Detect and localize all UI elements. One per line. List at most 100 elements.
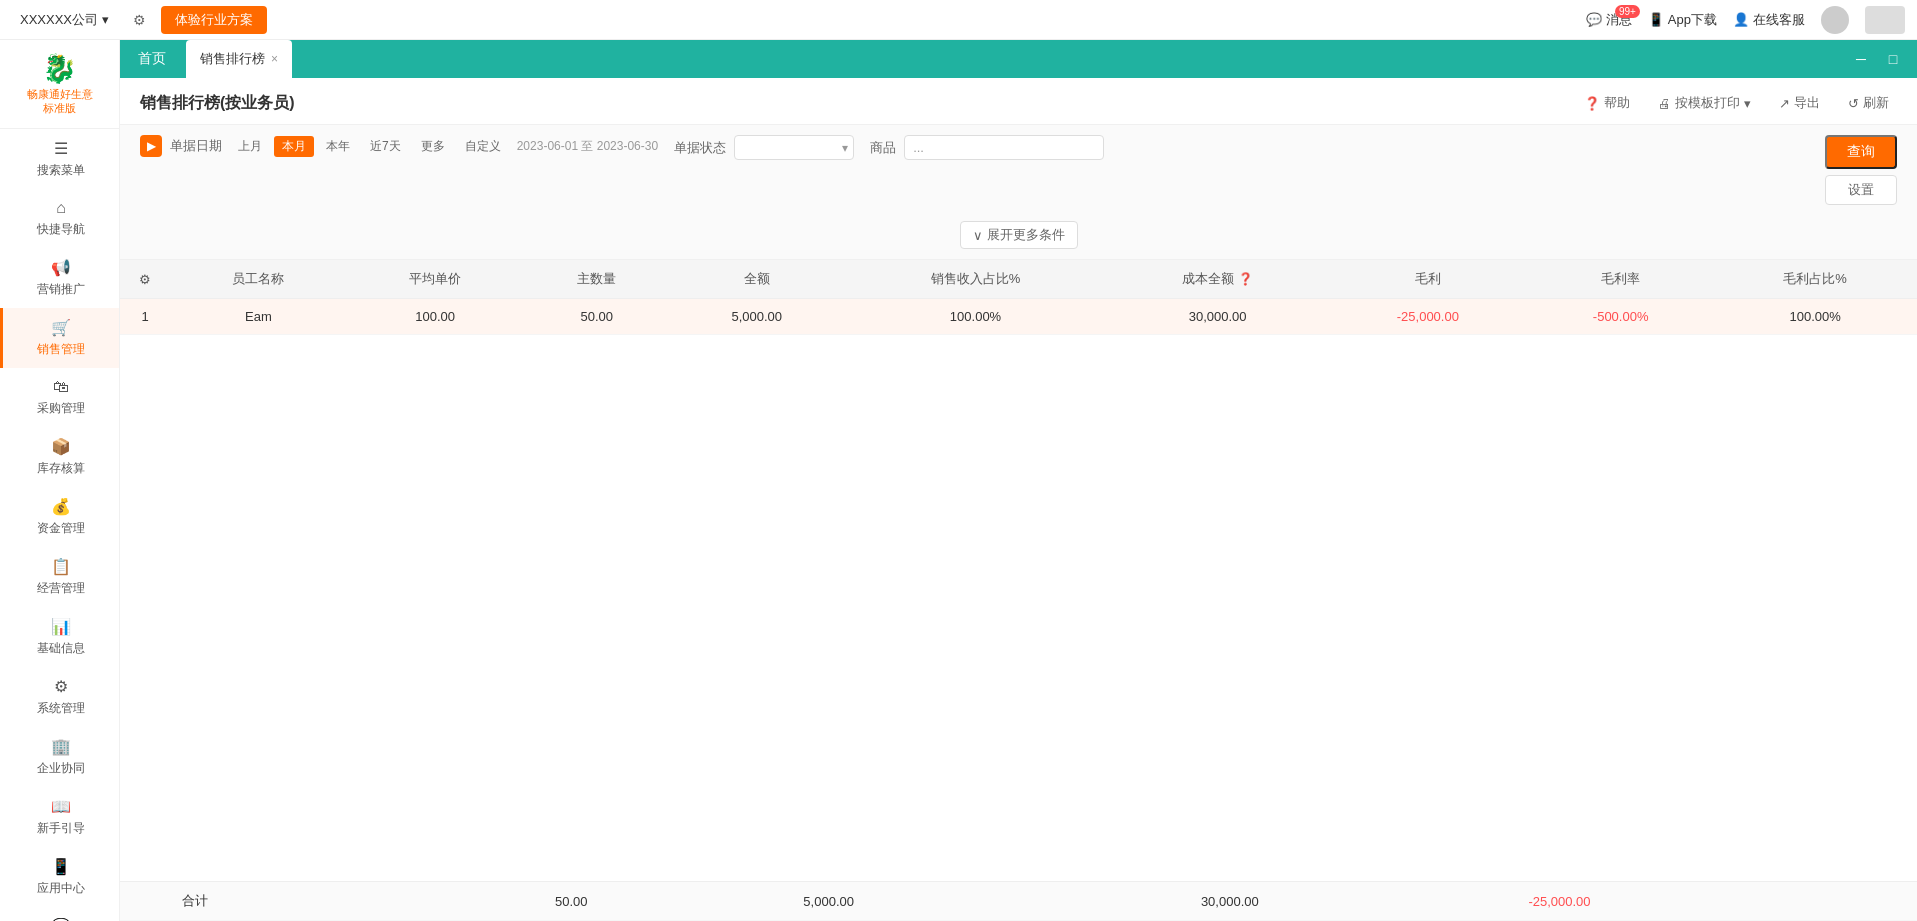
sidebar-item-purchase[interactable]: 🛍 采购管理 [0,368,119,427]
service-icon: 👤 [1733,12,1749,27]
date-tabs: 上月 本月 本年 近7天 更多 自定义 [230,136,509,157]
footer-gross-rate [1729,882,1823,921]
settings-icon[interactable]: ⚙ [125,6,153,34]
sidebar-item-label: 销售管理 [37,341,85,358]
col-gross: 毛利 [1328,260,1528,299]
minimize-icon[interactable]: ─ [1849,47,1873,71]
page-actions: ❓ 帮助 🖨 按模板打印 ▾ ↗ 导出 ↺ 刷新 [1576,90,1897,116]
sidebar-item-label: 经营管理 [37,580,85,597]
sidebar-item-label: 新手引导 [37,820,85,837]
tab-bar: 首页 销售排行榜 × ─ □ [120,40,1917,78]
sidebar-item-system[interactable]: ⚙ 系统管理 [0,667,119,727]
inventory-icon: 📦 [51,437,71,456]
finance-icon: 💰 [51,497,71,516]
appstore-icon: 📱 [51,857,71,876]
date-tab-last-month[interactable]: 上月 [230,136,270,157]
goods-input-wrapper[interactable]: ... [904,135,1104,160]
operations-icon: 📋 [51,557,71,576]
print-button[interactable]: 🖨 按模板打印 ▾ [1650,90,1759,116]
status-label: 单据状态 [674,139,726,157]
tab-sales-ranking[interactable]: 销售排行榜 × [186,40,292,78]
cost-help-icon[interactable]: ❓ [1238,272,1253,286]
print-label: 按模板打印 [1675,94,1740,112]
date-tab-more[interactable]: 更多 [413,136,453,157]
help-label: 帮助 [1604,94,1630,112]
cell-sales_pct: 100.00% [843,299,1107,335]
tab-close-icon[interactable]: × [271,52,278,66]
expand-chevron-icon: ∨ [973,228,983,243]
date-tab-custom[interactable]: 自定义 [457,136,509,157]
footer-sales-pct [975,882,1069,921]
maximize-icon[interactable]: □ [1881,47,1905,71]
help-button[interactable]: ❓ 帮助 [1576,90,1638,116]
enterprise-icon: 🏢 [51,737,71,756]
sidebar-item-label: 企业协同 [37,760,85,777]
sidebar-item-operations[interactable]: 📋 经营管理 [0,547,119,607]
sidebar-item-inventory[interactable]: 📦 库存核算 [0,427,119,487]
sidebar-item-basics[interactable]: 📊 基础信息 [0,607,119,667]
main-layout: 🐉 畅康通好生意 标准版 ☰ 搜索菜单 ⌂ 快捷导航 📢 营销推广 🛒 销售管理… [0,40,1917,921]
search-icon: ☰ [54,139,68,158]
date-tab-7days[interactable]: 近7天 [362,136,409,157]
top-bar: XXXXXX公司 ▾ ⚙ 体验行业方案 💬 消息 99+ 📱 App下载 👤 在… [0,0,1917,40]
sidebar-item-marketing[interactable]: 📢 营销推广 [0,248,119,308]
sidebar-item-quicknav[interactable]: ⌂ 快捷导航 [0,189,119,248]
sidebar-item-enterprise[interactable]: 🏢 企业协同 [0,727,119,787]
date-tab-this-year[interactable]: 本年 [318,136,358,157]
table-row[interactable]: 1Eam100.0050.005,000.00100.00%30,000.00-… [120,299,1917,335]
col-avg-price: 平均单价 [347,260,524,299]
purchase-icon: 🛍 [53,378,69,396]
settings-button[interactable]: 设置 [1825,175,1897,205]
cell-gross: -25,000.00 [1328,299,1528,335]
tab-home[interactable]: 首页 [120,40,184,78]
date-filter-icon[interactable]: ▶ [140,135,162,157]
app-download-button[interactable]: 📱 App下载 [1648,11,1717,29]
expand-row: ∨ 展开更多条件 [140,213,1897,249]
footer-row: 合计 50.00 5,000.00 30,000.00 -25,000.00 [120,882,1917,921]
col-cost: 成本全额 ❓ [1108,260,1328,299]
top-bar-right: 💬 消息 99+ 📱 App下载 👤 在线客服 [1586,6,1905,34]
refresh-button[interactable]: ↺ 刷新 [1840,90,1897,116]
col-name: 员工名称 [170,260,347,299]
sidebar-item-appstore[interactable]: 📱 应用中心 [0,847,119,907]
help-icon: ❓ [1584,96,1600,111]
cell-gross_pct: 100.00% [1713,299,1917,335]
sidebar-item-label: 基础信息 [37,640,85,657]
export-button[interactable]: ↗ 导出 [1771,90,1828,116]
logo-icon: 🐉 [8,52,111,85]
company-selector[interactable]: XXXXXX公司 ▾ [12,7,117,33]
wechat-icon: 💬 [51,917,71,921]
export-icon: ↗ [1779,96,1790,111]
status-select[interactable] [734,135,854,160]
table-wrapper[interactable]: ⚙ 员工名称 平均单价 主数量 全额 销售收入占比% 成本全额 ❓ 毛利 毛利率… [120,260,1917,881]
marketing-icon: 📢 [51,258,71,277]
expand-button[interactable]: ∨ 展开更多条件 [960,221,1078,249]
sidebar-item-guide[interactable]: 📖 新手引导 [0,787,119,847]
goods-filter: 商品 ... [870,135,1104,160]
sidebar-item-sales[interactable]: 🛒 销售管理 [0,308,119,368]
sidebar-item-search[interactable]: ☰ 搜索菜单 [0,129,119,189]
sidebar-item-wechat[interactable]: 💬 企业微信 [0,907,119,921]
user-info[interactable] [1865,6,1905,34]
message-button[interactable]: 💬 消息 99+ [1586,11,1632,29]
footer-label: 合计 [170,882,366,921]
avatar[interactable] [1821,6,1849,34]
page-title: 销售排行榜(按业务员) [140,93,295,114]
sidebar-logo: 🐉 畅康通好生意 标准版 [0,40,119,129]
cell-index: 1 [120,299,170,335]
online-service-button[interactable]: 👤 在线客服 [1733,11,1805,29]
sidebar-item-finance[interactable]: 💰 资金管理 [0,487,119,547]
date-tab-this-month[interactable]: 本月 [274,136,314,157]
cell-avg_price: 100.00 [347,299,524,335]
date-label: 单据日期 [170,137,222,155]
chevron-down-icon: ▾ [102,12,109,27]
query-settings-area: 查询 设置 [1825,135,1897,205]
query-button[interactable]: 查询 [1825,135,1897,169]
footer-avg-price [366,882,460,921]
message-badge: 99+ [1615,5,1640,18]
col-settings[interactable]: ⚙ [120,260,170,299]
filter-area: ▶ 单据日期 上月 本月 本年 近7天 更多 自定义 2023-06-01 至 … [120,125,1917,260]
trial-button[interactable]: 体验行业方案 [161,6,267,34]
sales-icon: 🛒 [51,318,71,337]
goods-label: 商品 [870,139,896,157]
